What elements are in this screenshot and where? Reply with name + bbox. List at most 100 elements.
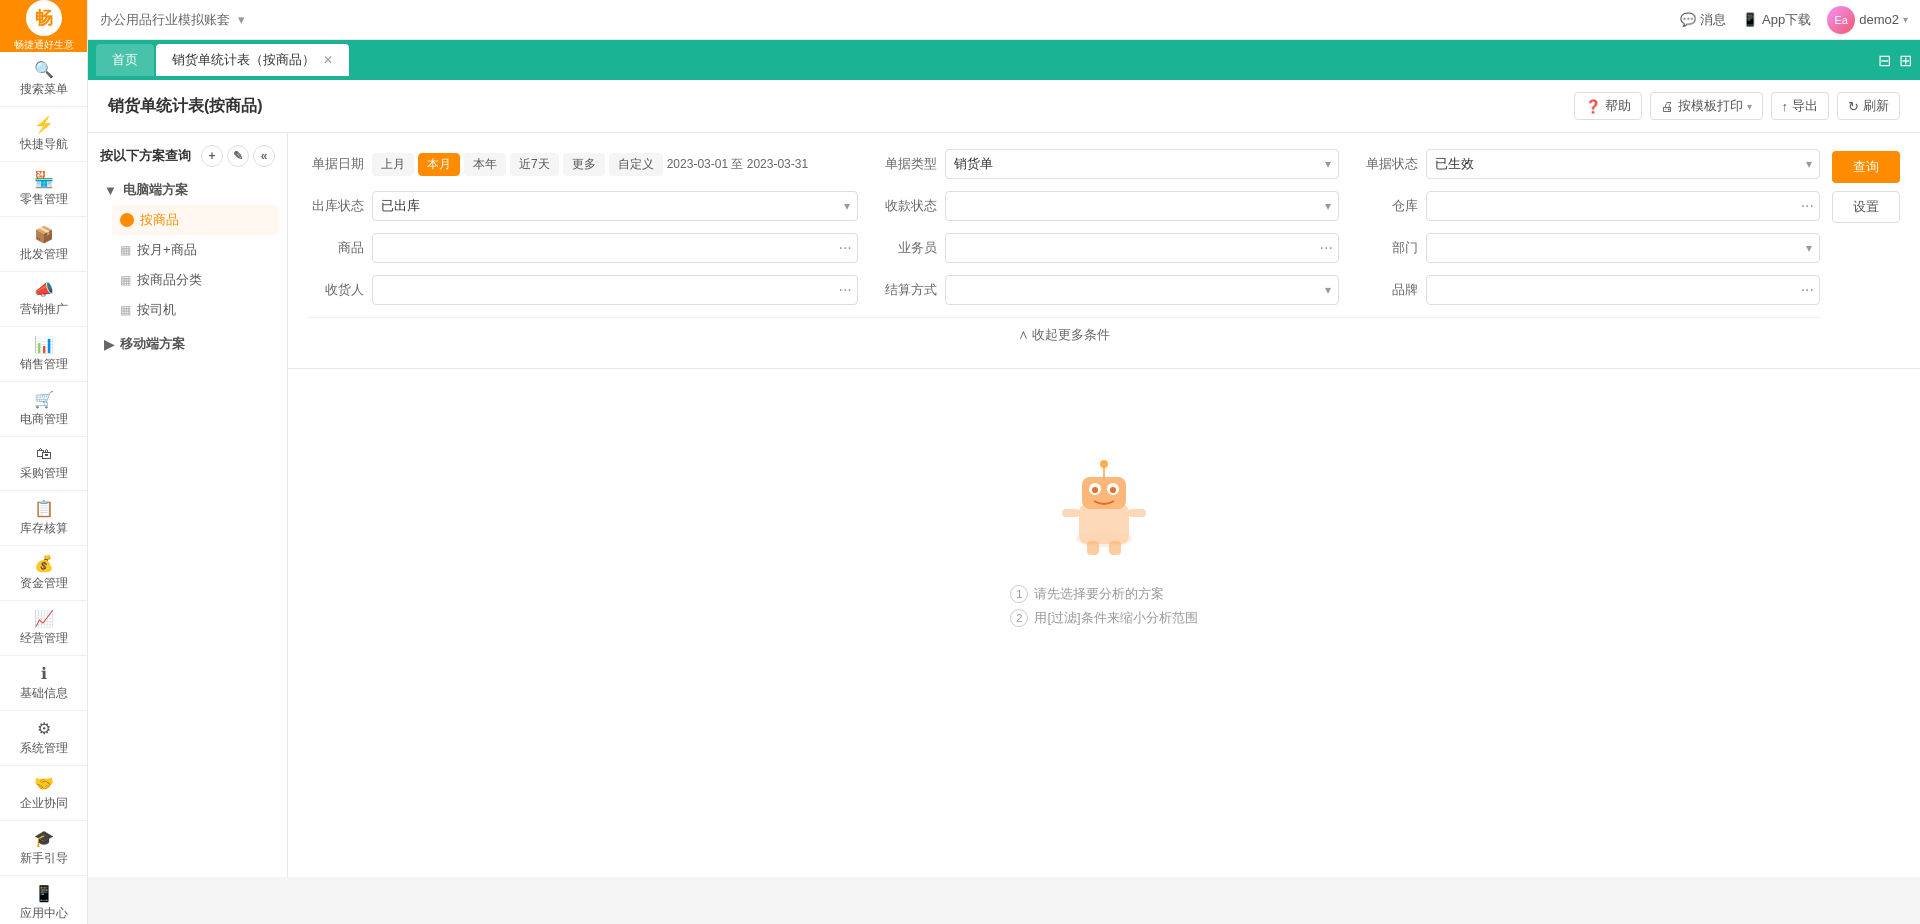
filter-with-query: 单据日期 上月 本月 本年 近7天 更多 自定义 2023-03-01 至 20… (308, 149, 1900, 352)
sidebar-item-label: 应用中心 (4, 905, 84, 922)
sidebar-item-inventory[interactable]: 📋 库存核算 (0, 491, 88, 546)
refresh-button[interactable]: ↻ 刷新 (1837, 92, 1900, 120)
salesperson-dots[interactable]: ··· (1320, 239, 1333, 257)
settings-button[interactable]: 设置 (1832, 191, 1900, 223)
warehouse-dots[interactable]: ··· (1801, 197, 1814, 215)
by-goods-label: 按商品 (140, 211, 179, 229)
collapse-more-button[interactable]: ∧ 收起更多条件 (308, 317, 1820, 352)
sidebar-item-ecommerce[interactable]: 🛒 电商管理 (0, 382, 88, 437)
filter-panel: 单据日期 上月 本月 本年 近7天 更多 自定义 2023-03-01 至 20… (288, 133, 1920, 369)
operations-icon: 📈 (4, 609, 84, 628)
workspace-dropdown-arrow[interactable]: ▾ (238, 12, 245, 27)
tree-add-button[interactable]: + (201, 145, 223, 167)
print-label: 按模板打印 (1678, 97, 1743, 115)
brand-control: ··· (1426, 275, 1820, 305)
ecommerce-icon: 🛒 (4, 390, 84, 409)
sidebar-item-system[interactable]: ⚙ 系统管理 (0, 711, 88, 766)
mobile-expand-icon: ▶ (104, 337, 114, 352)
tree-node-mobile[interactable]: ▶ 移动端方案 (96, 329, 279, 359)
warehouse-input[interactable] (1426, 191, 1820, 221)
date-btn-more[interactable]: 更多 (563, 153, 605, 176)
sidebar-item-sales[interactable]: 📊 销售管理 (0, 327, 88, 382)
sidebar-item-marketing[interactable]: 📣 营销推广 (0, 272, 88, 327)
payment-method-select[interactable] (945, 275, 1339, 305)
status-value: 已生效 (1435, 155, 1474, 173)
help-button[interactable]: ❓ 帮助 (1574, 92, 1642, 120)
right-main: 单据日期 上月 本月 本年 近7天 更多 自定义 2023-03-01 至 20… (288, 133, 1920, 877)
user-dropdown-arrow: ▾ (1903, 14, 1908, 25)
salesperson-control: ··· (945, 233, 1339, 263)
tab-minimize-icon[interactable]: ⊟ (1878, 51, 1891, 70)
tab-maximize-icon[interactable]: ⊞ (1899, 51, 1912, 70)
tree-edit-button[interactable]: ✎ (227, 145, 249, 167)
date-btn-custom[interactable]: 自定义 (609, 153, 663, 176)
sidebar-item-quick-nav[interactable]: ⚡ 快捷导航 (0, 107, 88, 162)
sidebar-item-newbie[interactable]: 🎓 新手引导 (0, 821, 88, 876)
avatar: Ea (1827, 6, 1855, 34)
sidebar-item-label: 搜索菜单 (4, 81, 84, 98)
receiver-dots[interactable]: ··· (838, 281, 851, 299)
status-label: 单据状态 (1362, 155, 1418, 173)
message-button[interactable]: 💬 消息 (1680, 11, 1726, 29)
sidebar-item-operations[interactable]: 📈 经营管理 (0, 601, 88, 656)
enterprise-icon: 🤝 (4, 774, 84, 793)
sidebar-item-label: 系统管理 (4, 740, 84, 757)
sidebar-item-search[interactable]: 🔍 搜索菜单 (0, 52, 88, 107)
type-value: 销货单 (954, 155, 993, 173)
type-control: 销货单 ▾ (945, 149, 1339, 179)
user-menu[interactable]: Ea demo2 ▾ (1827, 6, 1908, 34)
type-select[interactable]: 销货单 (945, 149, 1339, 179)
tree-node-desktop[interactable]: ▼ 电脑端方案 (96, 175, 279, 205)
sidebar-item-label: 零售管理 (4, 191, 84, 208)
sidebar-item-label: 营销推广 (4, 301, 84, 318)
date-btn-this-year[interactable]: 本年 (464, 153, 506, 176)
tree-node-by-category[interactable]: ▦ 按商品分类 (112, 265, 279, 295)
stock-out-select[interactable]: 已出库 (372, 191, 858, 221)
stock-out-control: 已出库 ▾ (372, 191, 858, 221)
filter-item-date: 单据日期 上月 本月 本年 近7天 更多 自定义 2023-03-01 至 20… (308, 153, 858, 176)
filter-item-payment: 收款状态 ▾ (881, 191, 1339, 221)
app-download-button[interactable]: 📱 App下载 (1742, 11, 1811, 29)
sidebar-item-finance[interactable]: 💰 资金管理 (0, 546, 88, 601)
app-center-icon: 📱 (4, 884, 84, 903)
sidebar-item-basic[interactable]: ℹ 基础信息 (0, 656, 88, 711)
sidebar-item-enterprise[interactable]: 🤝 企业协同 (0, 766, 88, 821)
tree-collapse-button[interactable]: « (253, 145, 275, 167)
sidebar-item-retail[interactable]: 🏪 零售管理 (0, 162, 88, 217)
print-button[interactable]: 🖨 按模板打印 ▾ (1650, 92, 1763, 120)
date-btn-this-month[interactable]: 本月 (418, 153, 460, 176)
tab-sales-stats-label: 销货单统计表（按商品） (172, 51, 315, 69)
empty-steps: 1 请先选择要分析的方案 2 用[过滤]条件来缩小分析范围 (1010, 585, 1197, 633)
receiver-label: 收货人 (308, 281, 364, 299)
step-1-label: 请先选择要分析的方案 (1034, 585, 1164, 603)
sidebar-item-wholesale[interactable]: 📦 批发管理 (0, 217, 88, 272)
logo-icon: 畅 (26, 0, 62, 36)
filter-row-4: 收货人 ··· (308, 275, 1820, 305)
sidebar-item-app-center[interactable]: 📱 应用中心 (0, 876, 88, 924)
salesperson-label: 业务员 (881, 239, 937, 257)
status-select[interactable]: 已生效 (1426, 149, 1820, 179)
tab-close-button[interactable]: ✕ (323, 53, 333, 67)
tab-sales-stats[interactable]: 销货单统计表（按商品） ✕ (156, 44, 349, 76)
date-btn-last-month[interactable]: 上月 (372, 153, 414, 176)
payment-select[interactable] (945, 191, 1339, 221)
tab-home[interactable]: 首页 (96, 44, 154, 76)
workspace-label: 办公用品行业模拟账套 (100, 11, 230, 29)
body-wrapper: 按以下方案查询 + ✎ « ▼ 电脑端方案 按商品 (88, 133, 1920, 877)
sidebar-item-purchase[interactable]: 🛍 采购管理 (0, 437, 88, 491)
basic-icon: ℹ (4, 664, 84, 683)
tree-node-by-goods[interactable]: 按商品 (112, 205, 279, 235)
wholesale-icon: 📦 (4, 225, 84, 244)
query-button[interactable]: 查询 (1832, 151, 1900, 183)
brand-dots[interactable]: ··· (1801, 281, 1814, 299)
svg-rect-11 (1087, 541, 1099, 555)
topbar: 办公用品行业模拟账套 ▾ 💬 消息 📱 App下载 Ea demo2 ▾ (88, 0, 1920, 40)
dept-select[interactable] (1426, 233, 1820, 263)
step-num-1: 1 (1010, 585, 1028, 603)
export-button[interactable]: ↑ 导出 (1771, 92, 1830, 120)
tree-node-by-month-goods[interactable]: ▦ 按月+商品 (112, 235, 279, 265)
svg-rect-1 (1079, 504, 1129, 544)
date-btn-last-7[interactable]: 近7天 (510, 153, 559, 176)
goods-dots[interactable]: ··· (838, 239, 851, 257)
tree-node-by-cashier[interactable]: ▦ 按司机 (112, 295, 279, 325)
